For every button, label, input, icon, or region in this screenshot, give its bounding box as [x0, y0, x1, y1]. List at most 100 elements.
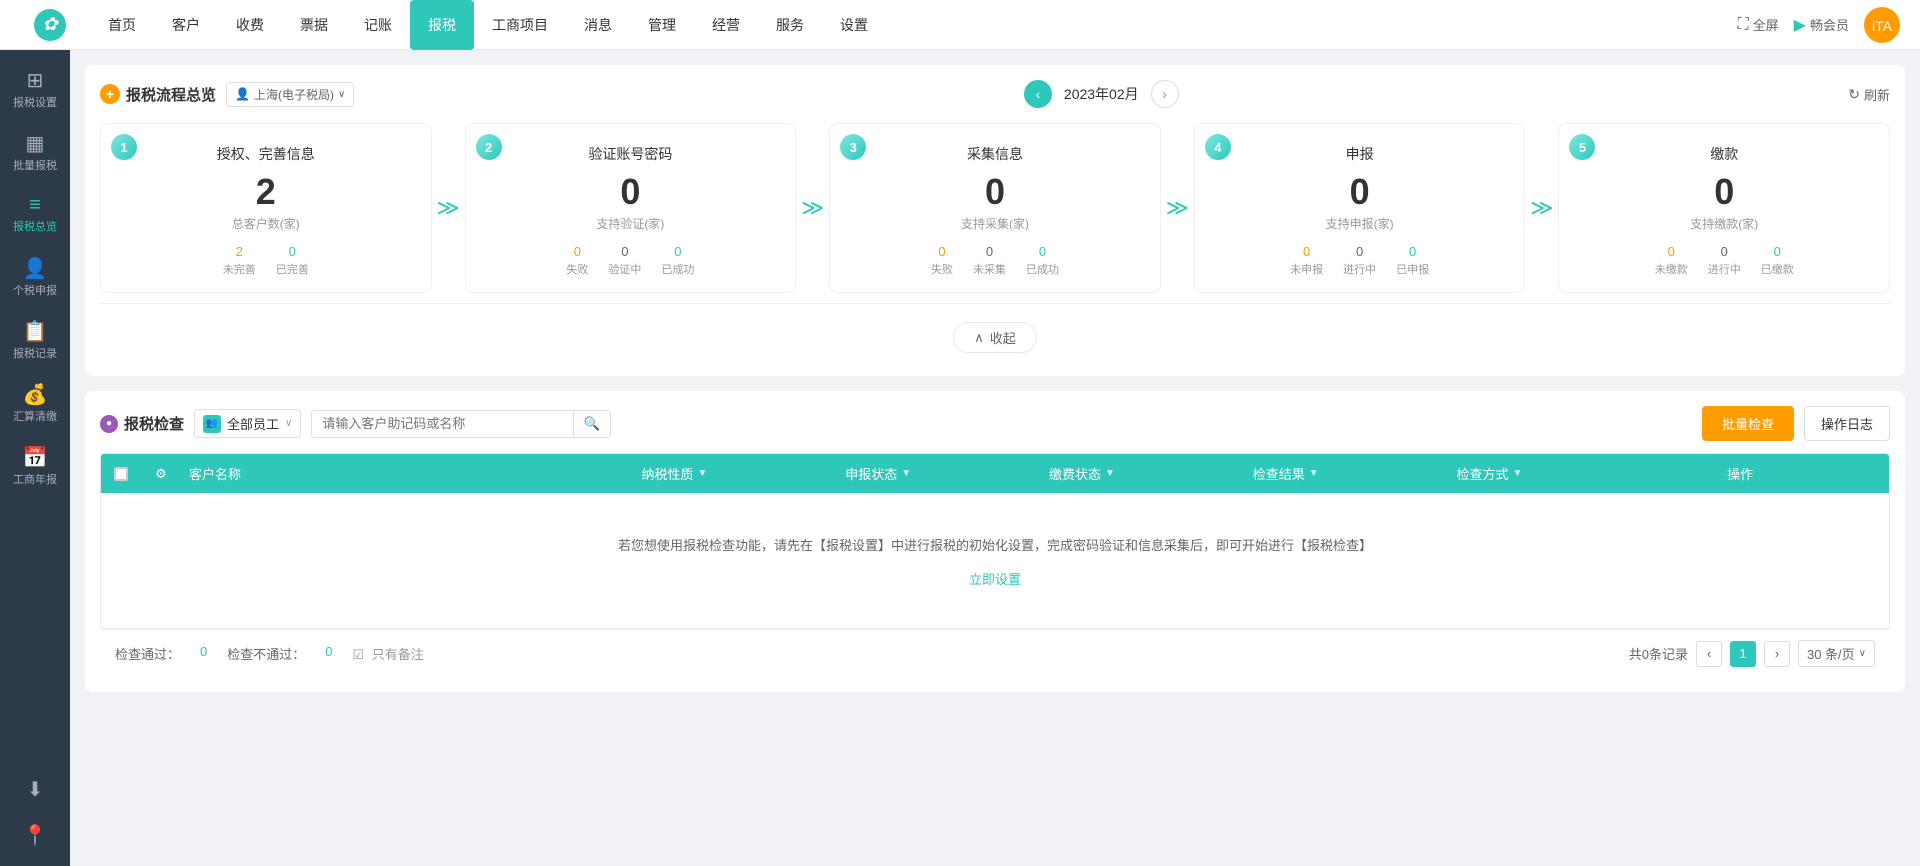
step-1-stats: 2 未完善 0 已完善 [223, 244, 309, 277]
table-empty-state: 若您想使用报税检查功能，请先在【报税设置】中进行报税的初始化设置，完成密码验证和… [101, 493, 1889, 628]
header-pay-status[interactable]: 缴费状态 ▼ [980, 454, 1184, 493]
nav-operations[interactable]: 经营 [694, 0, 758, 50]
svg-text:iTA: iTA [1872, 18, 1893, 34]
page-1-button[interactable]: 1 [1730, 641, 1756, 667]
fullscreen-icon: ⛶ [1737, 16, 1748, 34]
sidebar-item-download[interactable]: ⬇ [1, 769, 69, 810]
sidebar-item-tax-settings[interactable]: ⊞ 报税设置 [1, 60, 69, 118]
nav-management[interactable]: 管理 [630, 0, 694, 50]
pass-count[interactable]: 0 [200, 644, 207, 663]
pass-label: 检查通过： [115, 644, 180, 663]
annual-report-icon: 📅 [23, 445, 48, 470]
search-input[interactable] [312, 411, 572, 436]
header-check-result[interactable]: 检查结果 ▼ [1184, 454, 1388, 493]
step-1-unit: 总客户数(家) [232, 215, 300, 232]
per-page-selector[interactable]: 30 条/页 ∨ [1798, 640, 1875, 667]
person-icon: 👤 [235, 87, 250, 101]
step-4-stat-0: 0 未申报 [1290, 244, 1323, 277]
member-icon: ▶ [1794, 15, 1806, 35]
next-month-button[interactable]: › [1151, 80, 1179, 108]
next-page-button[interactable]: › [1764, 641, 1790, 667]
nav-messages[interactable]: 消息 [566, 0, 630, 50]
tax-check-title: ● 报税检查 [100, 413, 184, 434]
tax-records-icon: 📋 [23, 319, 48, 344]
filter-icon-5: ▼ [1513, 468, 1523, 479]
step-3-count: 0 [985, 174, 1005, 210]
header-checkbox[interactable] [114, 467, 128, 481]
chevron-down-icon: ∨ [338, 89, 345, 100]
sidebar-item-personal-tax[interactable]: 👤 个税申报 [1, 248, 69, 306]
step-2-card: 2 验证账号密码 0 支持验证(家) 0 失败 0 验证中 [465, 123, 797, 293]
setup-link[interactable]: 立即设置 [969, 569, 1021, 588]
nav-fees[interactable]: 收费 [218, 0, 282, 50]
prev-page-button[interactable]: ‹ [1696, 641, 1722, 667]
location-selector[interactable]: 👤 上海(电子税局) ∨ [226, 82, 354, 107]
nav-tax[interactable]: 报税 [410, 0, 474, 50]
refresh-button[interactable]: ↻ 刷新 [1848, 85, 1890, 104]
step-2-stat-0: 0 失败 [566, 244, 588, 277]
nav-invoices[interactable]: 票据 [282, 0, 346, 50]
header-check[interactable] [101, 454, 141, 493]
step-2-stat-1: 0 验证中 [608, 244, 641, 277]
staff-icon: 👥 [203, 415, 221, 433]
header-settings[interactable]: ⚙ [141, 454, 181, 493]
arrow-4: ≫ [1525, 123, 1558, 293]
user-avatar[interactable]: iTA [1864, 7, 1900, 43]
empty-message: 若您想使用报税检查功能，请先在【报税设置】中进行报税的初始化设置，完成密码验证和… [618, 533, 1372, 559]
tax-check-header: ● 报税检查 👥 全部员工 ∨ 🔍 批量检查 操作日志 [100, 406, 1890, 441]
nav-business[interactable]: 工商项目 [474, 0, 566, 50]
step-4-unit: 支持申报(家) [1326, 215, 1394, 232]
collapse-button[interactable]: ∧ 收起 [953, 322, 1037, 353]
step-4-count: 0 [1350, 174, 1370, 210]
step-5-stats: 0 未缴款 0 进行中 0 已缴款 [1655, 244, 1794, 277]
operation-log-button[interactable]: 操作日志 [1804, 406, 1890, 441]
sidebar-item-batch-tax[interactable]: ▦ 批量报税 [1, 123, 69, 181]
collapse-row: ∧ 收起 [100, 314, 1890, 361]
step-1-stat-0: 2 未完善 [223, 244, 256, 277]
step-3-stats: 0 失败 0 未采集 0 已成功 [931, 244, 1059, 277]
divider [100, 303, 1890, 304]
overview-title: + 报税流程总览 [100, 84, 216, 105]
nav-settings[interactable]: 设置 [822, 0, 886, 50]
member-button[interactable]: ▶ 畅会员 [1794, 15, 1849, 35]
sidebar-item-tax-overview[interactable]: ≡ 报税总览 [1, 186, 69, 242]
nav-home[interactable]: 首页 [90, 0, 154, 50]
sidebar-item-location[interactable]: 📍 [1, 815, 69, 856]
search-button[interactable]: 🔍 [573, 411, 611, 437]
nav-accounting[interactable]: 记账 [346, 0, 410, 50]
step-2-number: 2 [476, 134, 502, 160]
nav-services[interactable]: 服务 [758, 0, 822, 50]
location-icon: 📍 [23, 823, 48, 848]
tax-overview-icon: ≡ [29, 194, 41, 217]
arrow-3: ≫ [1161, 123, 1194, 293]
chevron-down-icon: ∨ [285, 418, 292, 429]
step-5-card: 5 缴款 0 支持缴款(家) 0 未缴款 0 进行中 [1558, 123, 1890, 293]
step-2-unit: 支持验证(家) [596, 215, 664, 232]
main-content: + 报税流程总览 👤 上海(电子税局) ∨ ‹ 2023年02月 › ↻ 刷新 [70, 50, 1920, 866]
batch-check-button[interactable]: 批量检查 [1702, 406, 1794, 441]
arrow-1: ≫ [432, 123, 465, 293]
step-4-card: 4 申报 0 支持申报(家) 0 未申报 0 进行中 [1194, 123, 1526, 293]
sidebar-item-settlement[interactable]: 💰 汇算清缴 [1, 374, 69, 432]
sidebar-item-annual-report[interactable]: 📅 工商年报 [1, 437, 69, 495]
step-1-stat-1: 0 已完善 [276, 244, 309, 277]
header-declare-status[interactable]: 申报状态 ▼ [776, 454, 980, 493]
prev-month-button[interactable]: ‹ [1024, 80, 1052, 108]
step-4-number: 4 [1205, 134, 1231, 160]
fail-count[interactable]: 0 [325, 644, 332, 663]
step-5-title: 缴款 [1710, 144, 1738, 164]
fail-label: 检查不通过： [227, 644, 305, 663]
header-tax-nature[interactable]: 纳税性质 ▼ [573, 454, 777, 493]
circle-icon: ● [100, 415, 118, 433]
tax-check-table: ⚙ 客户名称 纳税性质 ▼ 申报状态 ▼ 缴费状态 ▼ [100, 453, 1890, 629]
header-check-method[interactable]: 检查方式 ▼ [1388, 454, 1592, 493]
step-3-number: 3 [840, 134, 866, 160]
nav-clients[interactable]: 客户 [154, 0, 218, 50]
total-records: 共0条记录 [1629, 644, 1688, 663]
staff-selector[interactable]: 👥 全部员工 ∨ [194, 409, 301, 438]
step-3-title: 采集信息 [967, 144, 1023, 164]
refresh-icon: ↻ [1848, 86, 1860, 103]
fullscreen-button[interactable]: ⛶ 全屏 [1737, 15, 1778, 34]
sidebar-item-tax-records[interactable]: 📋 报税记录 [1, 311, 69, 369]
month-navigation: ‹ 2023年02月 › [1024, 80, 1179, 108]
